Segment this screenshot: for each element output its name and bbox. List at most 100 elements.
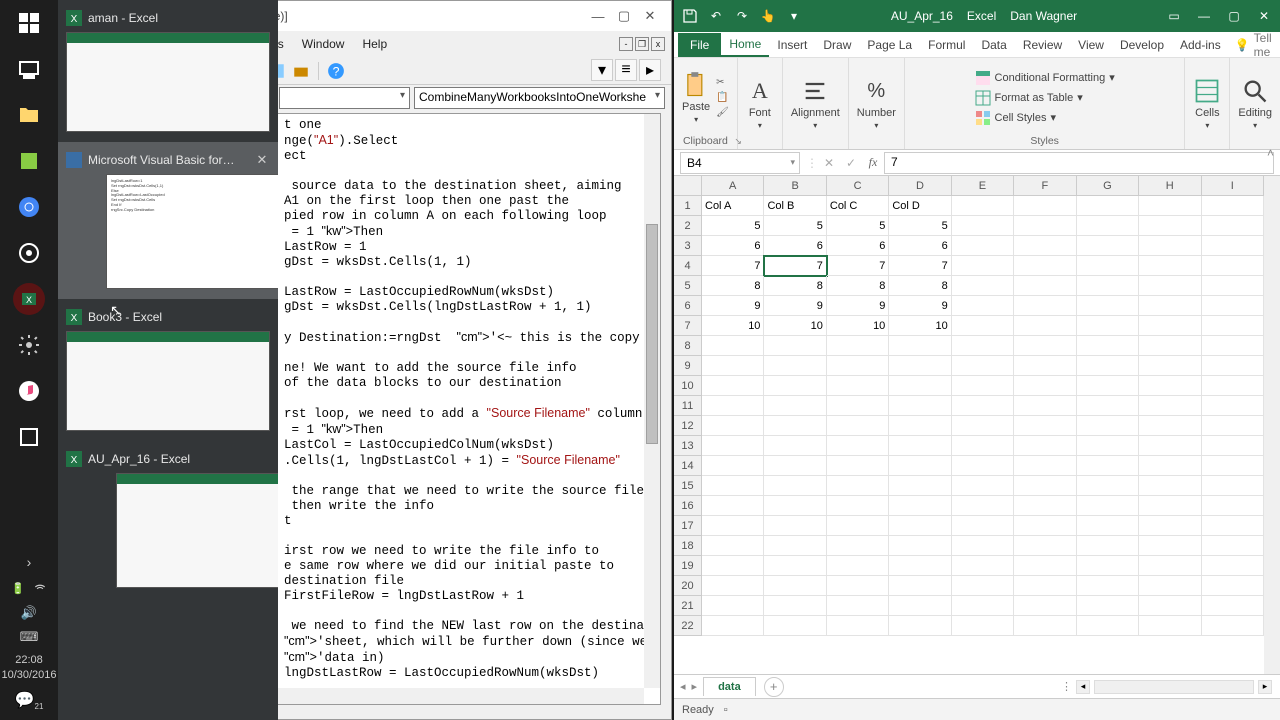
cell[interactable]: [1202, 496, 1264, 516]
volume-icon[interactable]: 🔊: [21, 605, 37, 621]
cell[interactable]: [952, 576, 1014, 596]
tab-developer[interactable]: Develop: [1112, 34, 1172, 56]
app-icon[interactable]: [13, 237, 45, 269]
cell[interactable]: 7: [702, 256, 764, 276]
cell[interactable]: [889, 556, 951, 576]
cell[interactable]: [1014, 596, 1076, 616]
cell[interactable]: [889, 456, 951, 476]
cell[interactable]: [1139, 476, 1201, 496]
conditional-formatting-button[interactable]: Conditional Formatting ▾: [975, 70, 1115, 86]
cell[interactable]: 5: [889, 216, 951, 236]
cell[interactable]: 8: [702, 276, 764, 296]
cell[interactable]: [1014, 356, 1076, 376]
cell[interactable]: Col A: [702, 196, 764, 216]
sheet-tab-data[interactable]: data: [703, 677, 756, 696]
app-icon[interactable]: [13, 421, 45, 453]
undo-icon[interactable]: ↶: [708, 8, 724, 24]
cell[interactable]: [889, 436, 951, 456]
cell[interactable]: [952, 296, 1014, 316]
row-header[interactable]: 10: [674, 376, 702, 396]
col-header[interactable]: B: [764, 176, 826, 196]
alignment-button[interactable]: Alignment▾: [791, 77, 840, 130]
collapse-ribbon-icon[interactable]: ˄: [1267, 146, 1274, 160]
cell[interactable]: [952, 596, 1014, 616]
fx-icon[interactable]: fx: [862, 152, 884, 174]
cell[interactable]: [1202, 196, 1264, 216]
hscroll-left-icon[interactable]: ◂: [1076, 680, 1090, 694]
keyboard-icon[interactable]: ⌨: [20, 629, 39, 645]
tab-insert[interactable]: Insert: [769, 34, 815, 56]
row-header[interactable]: 19: [674, 556, 702, 576]
cell[interactable]: [1014, 276, 1076, 296]
row-header[interactable]: 11: [674, 396, 702, 416]
cell[interactable]: [1139, 356, 1201, 376]
cell[interactable]: [952, 436, 1014, 456]
font-button[interactable]: AFont▾: [746, 77, 774, 130]
cell[interactable]: 6: [702, 236, 764, 256]
cell[interactable]: [1139, 276, 1201, 296]
cell[interactable]: [764, 596, 826, 616]
col-header[interactable]: H: [1139, 176, 1201, 196]
chrome-icon[interactable]: [13, 191, 45, 223]
cell[interactable]: [1202, 376, 1264, 396]
cell[interactable]: [764, 536, 826, 556]
cell[interactable]: [702, 396, 764, 416]
cell[interactable]: [952, 536, 1014, 556]
cell[interactable]: [952, 376, 1014, 396]
row-header[interactable]: 8: [674, 336, 702, 356]
excel-taskbar-icon[interactable]: X: [13, 283, 45, 315]
cell[interactable]: [1139, 436, 1201, 456]
cell[interactable]: [952, 356, 1014, 376]
cell[interactable]: [889, 596, 951, 616]
cell[interactable]: [1077, 256, 1139, 276]
tab-draw[interactable]: Draw: [815, 34, 859, 56]
cell[interactable]: [1139, 556, 1201, 576]
macro-record-icon[interactable]: ▫: [724, 704, 728, 716]
cell[interactable]: [1139, 256, 1201, 276]
action-center-icon[interactable]: 💬21: [11, 686, 48, 715]
cell[interactable]: [952, 316, 1014, 336]
cell[interactable]: [1202, 236, 1264, 256]
cell[interactable]: [1014, 236, 1076, 256]
cell[interactable]: [1077, 296, 1139, 316]
cell[interactable]: 8: [827, 276, 889, 296]
select-all-corner[interactable]: [674, 176, 702, 196]
row-header[interactable]: 16: [674, 496, 702, 516]
object-dropdown[interactable]: [279, 87, 410, 109]
row-header[interactable]: 20: [674, 576, 702, 596]
excel-titlebar[interactable]: ↶ ↷ 👆 ▾ AU_Apr_16 Excel Dan Wagner ▭ — ▢…: [674, 0, 1280, 32]
cell[interactable]: Col D: [889, 196, 951, 216]
cell[interactable]: [889, 516, 951, 536]
row-header[interactable]: 22: [674, 616, 702, 636]
paste-button[interactable]: Paste▾: [682, 71, 710, 124]
cell[interactable]: [827, 616, 889, 636]
cell[interactable]: [827, 416, 889, 436]
cell[interactable]: [889, 376, 951, 396]
cell-styles-button[interactable]: Cell Styles ▾: [975, 110, 1115, 126]
cell[interactable]: [827, 556, 889, 576]
cell[interactable]: [1014, 476, 1076, 496]
cell[interactable]: [702, 556, 764, 576]
cell[interactable]: [1014, 296, 1076, 316]
cell[interactable]: [1014, 496, 1076, 516]
cell[interactable]: [1014, 516, 1076, 536]
cell[interactable]: [1139, 536, 1201, 556]
horizontal-scrollbar[interactable]: [278, 688, 644, 704]
cell[interactable]: [1139, 236, 1201, 256]
cell[interactable]: [764, 496, 826, 516]
cell[interactable]: [1139, 516, 1201, 536]
vertical-scrollbar[interactable]: [1264, 176, 1280, 674]
cell[interactable]: [1077, 196, 1139, 216]
cell[interactable]: [764, 456, 826, 476]
cell[interactable]: [1139, 296, 1201, 316]
col-header[interactable]: E: [952, 176, 1014, 196]
cell[interactable]: [1077, 556, 1139, 576]
cell[interactable]: [1139, 196, 1201, 216]
close-icon[interactable]: ✕: [637, 6, 663, 26]
cell[interactable]: [1014, 576, 1076, 596]
cell[interactable]: [1077, 436, 1139, 456]
cell[interactable]: [702, 456, 764, 476]
cell[interactable]: 9: [764, 296, 826, 316]
clock[interactable]: 22:0810/30/2016: [1, 653, 56, 682]
cell[interactable]: [1202, 256, 1264, 276]
